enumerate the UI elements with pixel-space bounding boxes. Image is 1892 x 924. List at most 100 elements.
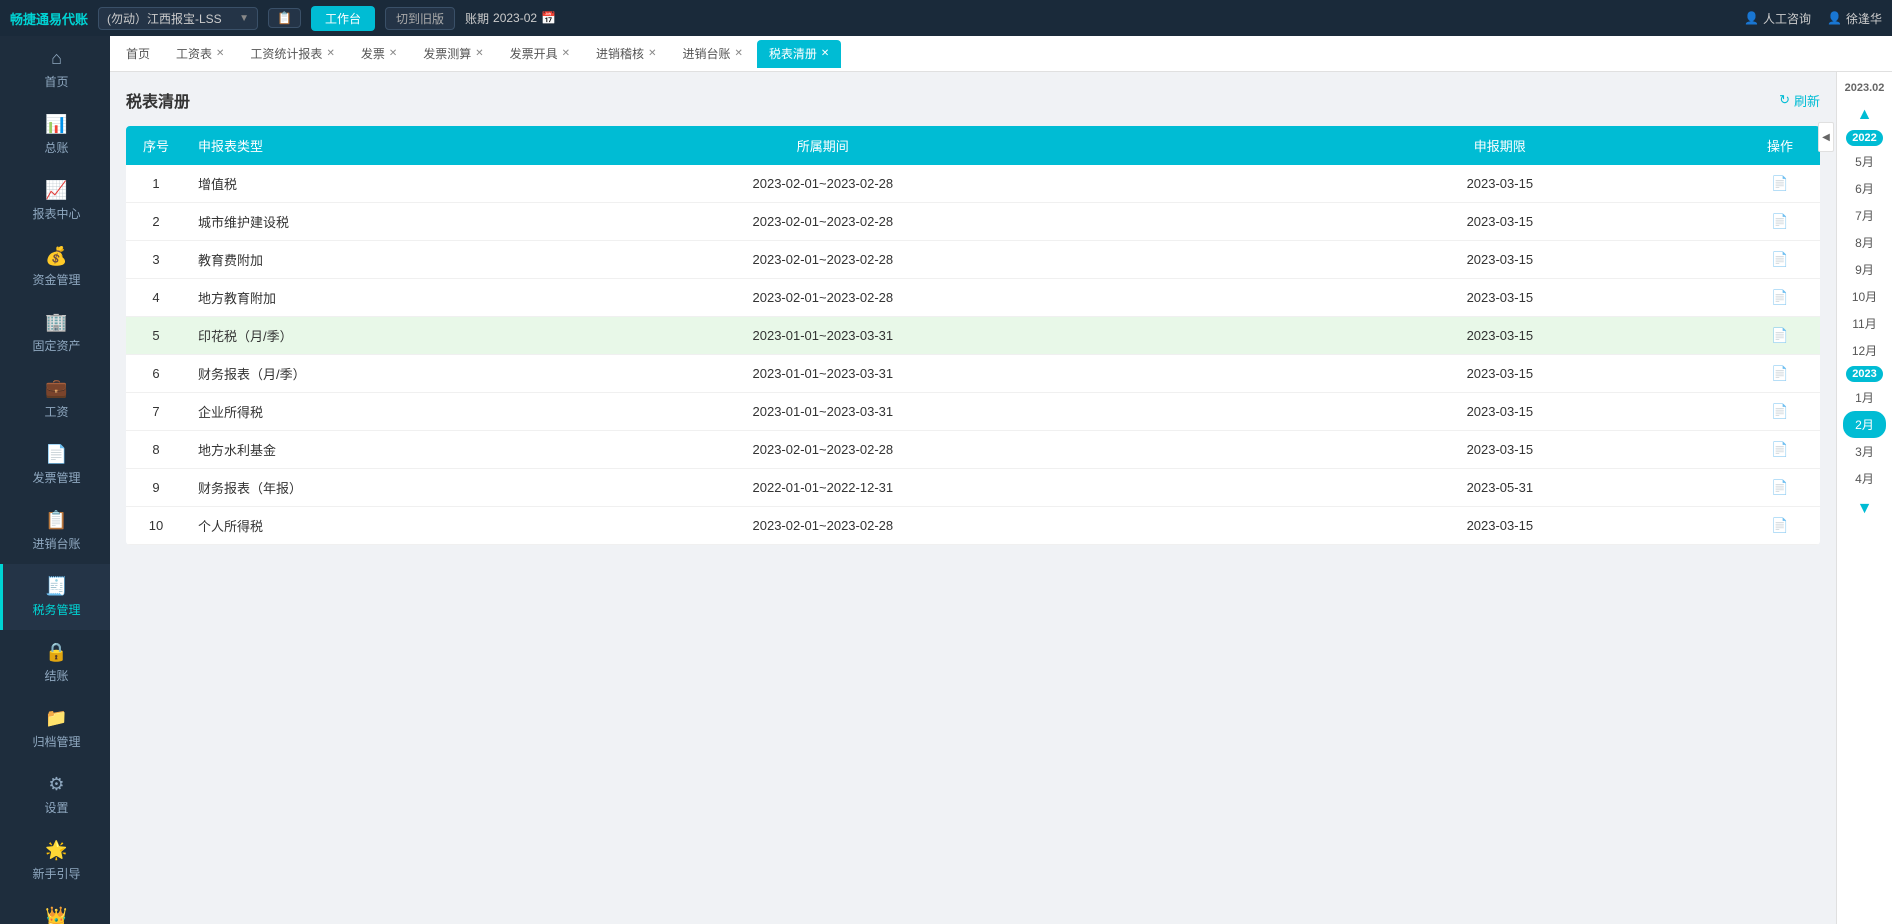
tab-invoice-open[interactable]: 发票开具 ✕ [498, 40, 582, 68]
tab-purchase-check[interactable]: 进销稽核 ✕ [584, 40, 668, 68]
workbench-button[interactable]: 工作台 [311, 6, 375, 31]
top-header: 畅捷通易代账 (勿动）江西报宝-LSS ▼ 📋 工作台 切到旧版 账期 2023… [0, 0, 1892, 36]
action-icon[interactable]: 📄 [1771, 213, 1788, 229]
action-icon[interactable]: 📄 [1771, 441, 1788, 457]
tab-invoice-calc-close[interactable]: ✕ [475, 48, 483, 59]
home-icon: ⌂ [51, 48, 62, 69]
cell-period: 2023-02-01~2023-02-28 [386, 279, 1260, 317]
cell-action: 📄 [1740, 317, 1820, 355]
cell-type: 财务报表（年报） [186, 469, 386, 507]
tab-salary[interactable]: 工资表 ✕ [164, 40, 236, 68]
panel-down-button[interactable]: ▼ [1853, 496, 1877, 522]
tab-salary-report[interactable]: 工资统计报表 ✕ [238, 40, 346, 68]
sidebar-item-settings[interactable]: ⚙ 设置 [0, 762, 110, 828]
tab-invoice-label: 发票 [361, 45, 385, 62]
refresh-button[interactable]: ↻ 刷新 [1779, 91, 1820, 110]
report-icon: 📈 [45, 180, 67, 201]
main-content: 税表清册 ↻ 刷新 序号 申报表类型 所属期间 申报期限 操作 [110, 72, 1836, 924]
tab-invoice-open-close[interactable]: ✕ [562, 48, 570, 59]
month-6[interactable]: 6月 [1837, 175, 1892, 202]
sidebar-label-ledger: 总账 [44, 139, 68, 156]
cell-action: 📄 [1740, 165, 1820, 203]
tab-invoice-calc[interactable]: 发票测算 ✕ [411, 40, 495, 68]
sidebar-item-salary[interactable]: 💼 工资 [0, 366, 110, 432]
sidebar-item-purchase[interactable]: 📋 进销台账 [0, 498, 110, 564]
sidebar-label-purchase: 进销台账 [32, 535, 80, 552]
action-icon[interactable]: 📄 [1771, 251, 1788, 267]
close-panel-button[interactable]: ◀ [1818, 122, 1834, 152]
tab-tax-list-close[interactable]: ✕ [821, 48, 829, 59]
sidebar-item-tax[interactable]: 🧾 税务管理 [0, 564, 110, 630]
action-icon[interactable]: 📄 [1771, 289, 1788, 305]
month-12[interactable]: 12月 [1837, 337, 1892, 364]
tab-invoice-close[interactable]: ✕ [389, 48, 397, 59]
tab-home-label: 首页 [126, 45, 150, 62]
month-2023-4[interactable]: 4月 [1837, 465, 1892, 492]
action-icon[interactable]: 📄 [1771, 517, 1788, 533]
tab-purchase-ledger-close[interactable]: ✕ [734, 48, 742, 59]
calendar-icon[interactable]: 📅 [541, 11, 556, 25]
sidebar-label-tax: 税务管理 [32, 601, 80, 618]
month-2023-2-active[interactable]: 2月 [1843, 411, 1886, 438]
sidebar-item-asset[interactable]: 🏢 固定资产 [0, 300, 110, 366]
sidebar-item-guide[interactable]: 🌟 新手引导 [0, 828, 110, 894]
month-9[interactable]: 9月 [1837, 256, 1892, 283]
month-2023-1[interactable]: 1月 [1837, 384, 1892, 411]
user-profile[interactable]: 👤 徐逢华 [1827, 10, 1882, 27]
cell-period: 2023-02-01~2023-02-28 [386, 507, 1260, 545]
month-7[interactable]: 7月 [1837, 202, 1892, 229]
cell-type: 增值税 [186, 165, 386, 203]
sidebar-item-archive[interactable]: 📁 归档管理 [0, 696, 110, 762]
action-icon[interactable]: 📄 [1771, 403, 1788, 419]
table-row: 5 印花税（月/季） 2023-01-01~2023-03-31 2023-03… [126, 317, 1820, 355]
tab-purchase-check-close[interactable]: ✕ [648, 48, 656, 59]
action-icon[interactable]: 📄 [1771, 365, 1788, 381]
cell-type: 地方教育附加 [186, 279, 386, 317]
cell-action: 📄 [1740, 241, 1820, 279]
sidebar-item-invoice[interactable]: 📄 发票管理 [0, 432, 110, 498]
cell-period: 2023-01-01~2023-03-31 [386, 317, 1260, 355]
company-selector[interactable]: (勿动）江西报宝-LSS ▼ [98, 7, 258, 30]
sidebar-item-ledger[interactable]: 📊 总账 [0, 102, 110, 168]
tab-purchase-ledger[interactable]: 进销台账 ✕ [670, 40, 754, 68]
content-area: 首页 工资表 ✕ 工资统计报表 ✕ 发票 ✕ 发票测算 ✕ 发票开具 ✕ [110, 36, 1892, 924]
table-row: 3 教育费附加 2023-02-01~2023-02-28 2023-03-15… [126, 241, 1820, 279]
sidebar-label-guide: 新手引导 [32, 865, 80, 882]
consult-button[interactable]: 👤 人工咨询 [1744, 10, 1811, 27]
sidebar-item-report[interactable]: 📈 报表中心 [0, 168, 110, 234]
cell-action: 📄 [1740, 469, 1820, 507]
purchase-icon: 📋 [45, 510, 67, 531]
period-value: 2023-02 [493, 11, 537, 25]
action-icon[interactable]: 📄 [1771, 479, 1788, 495]
year-2023-badge[interactable]: 2023 [1846, 366, 1882, 382]
tab-salary-close[interactable]: ✕ [216, 48, 224, 59]
tab-tax-list[interactable]: 税表清册 ✕ [757, 40, 841, 68]
tab-salary-report-close[interactable]: ✕ [326, 48, 334, 59]
year-2022-badge[interactable]: 2022 [1846, 130, 1882, 146]
panel-up-button[interactable]: ▲ [1853, 102, 1877, 128]
panel-header: 2023.02 [1845, 78, 1885, 98]
tab-tax-list-label: 税表清册 [769, 45, 817, 62]
tab-home[interactable]: 首页 [114, 40, 162, 68]
refresh-label: 刷新 [1794, 91, 1820, 110]
copy-button[interactable]: 📋 [268, 8, 301, 28]
asset-icon: 🏢 [45, 312, 67, 333]
col-header-deadline: 申报期限 [1260, 126, 1740, 165]
month-8[interactable]: 8月 [1837, 229, 1892, 256]
cell-type: 地方水利基金 [186, 431, 386, 469]
month-11[interactable]: 11月 [1837, 310, 1892, 337]
col-header-action: 操作 [1740, 126, 1820, 165]
tab-invoice[interactable]: 发票 ✕ [349, 40, 409, 68]
month-2023-3[interactable]: 3月 [1837, 438, 1892, 465]
sidebar-item-member[interactable]: 👑 畅会员 [0, 894, 110, 924]
action-icon[interactable]: 📄 [1771, 327, 1788, 343]
switch-old-button[interactable]: 切到旧版 [385, 7, 455, 30]
cell-no: 6 [126, 355, 186, 393]
action-icon[interactable]: 📄 [1771, 175, 1788, 191]
month-10[interactable]: 10月 [1837, 283, 1892, 310]
sidebar-item-fund[interactable]: 💰 资金管理 [0, 234, 110, 300]
cell-action: 📄 [1740, 279, 1820, 317]
sidebar-item-close[interactable]: 🔒 结账 [0, 630, 110, 696]
month-5[interactable]: 5月 [1837, 148, 1892, 175]
sidebar-item-home[interactable]: ⌂ 首页 [0, 36, 110, 102]
